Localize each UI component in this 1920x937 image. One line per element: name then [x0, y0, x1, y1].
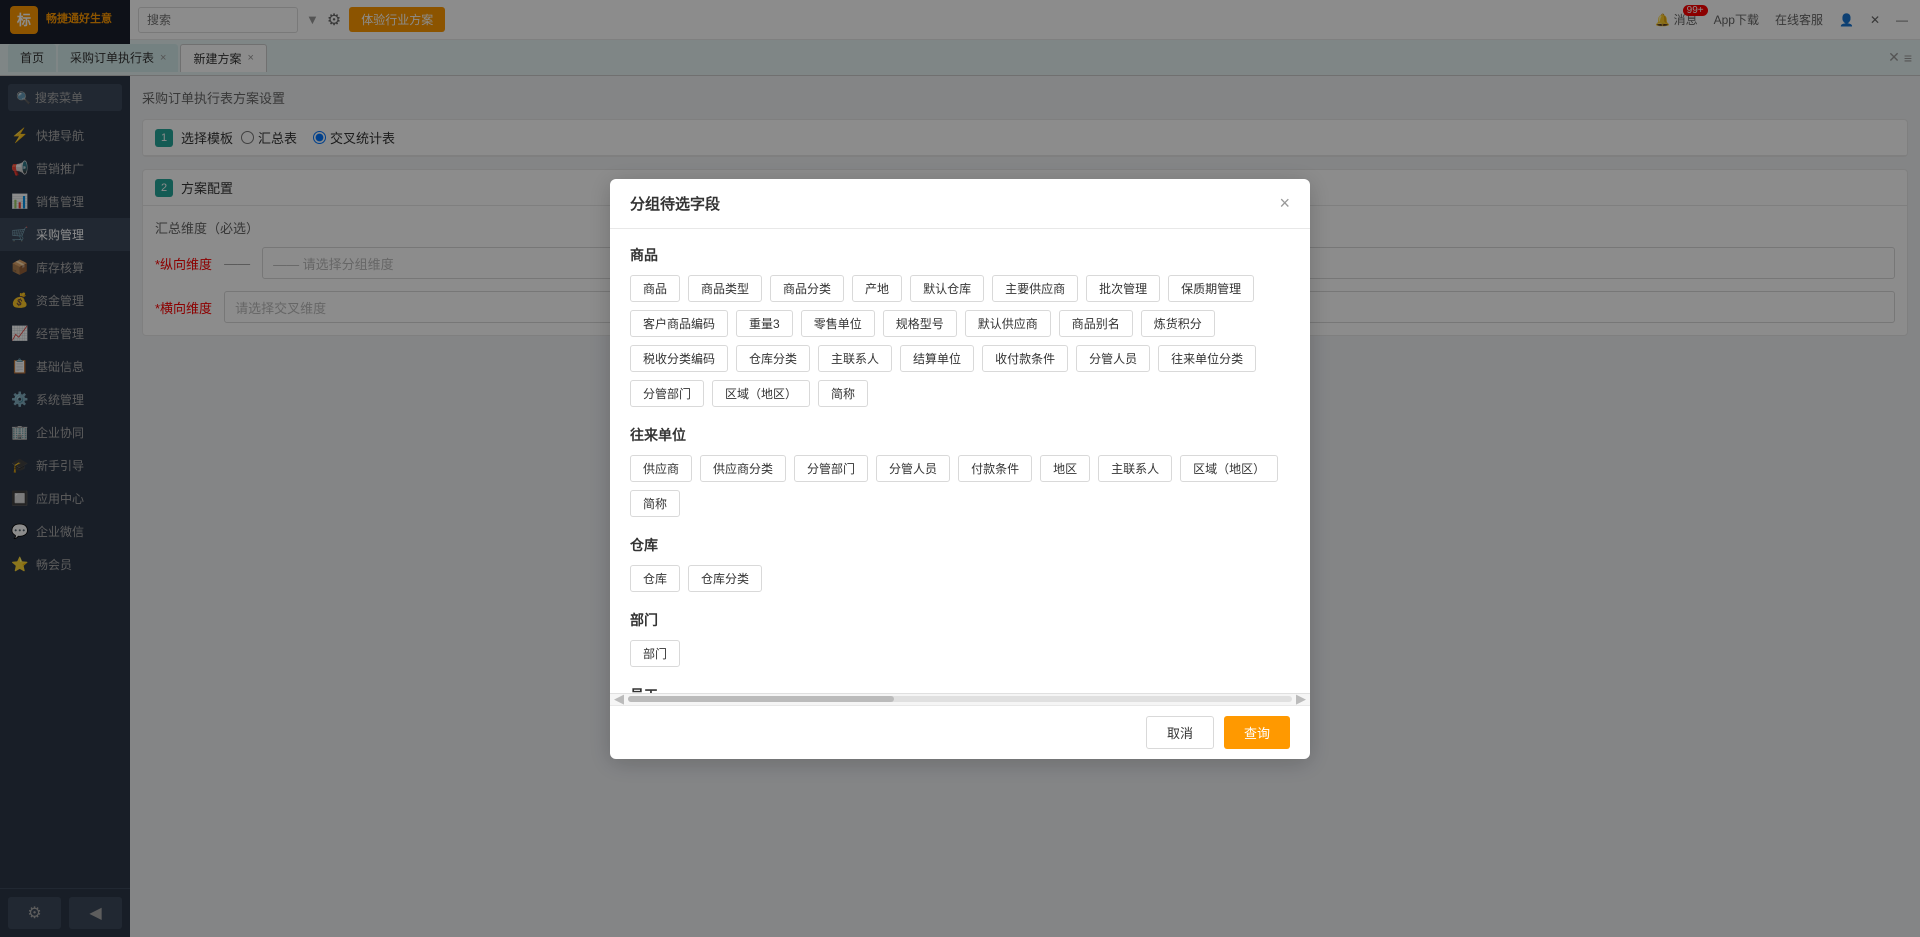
modal-close-btn[interactable]: ×	[1279, 193, 1290, 214]
chip-goods-12[interactable]: 默认供应商	[965, 310, 1051, 337]
chip-counterpart-6[interactable]: 主联系人	[1098, 455, 1172, 482]
chip-goods-4[interactable]: 默认仓库	[910, 275, 984, 302]
chip-counterpart-0[interactable]: 供应商	[630, 455, 692, 482]
chip-goods-21[interactable]: 往来单位分类	[1158, 345, 1256, 372]
chip-goods-10[interactable]: 零售单位	[801, 310, 875, 337]
chip-counterpart-3[interactable]: 分管人员	[876, 455, 950, 482]
chip-counterpart-2[interactable]: 分管部门	[794, 455, 868, 482]
cancel-button[interactable]: 取消	[1146, 716, 1214, 749]
modal-footer: 取消 查询	[610, 705, 1310, 759]
chip-goods-9[interactable]: 重量3	[736, 310, 793, 337]
modal-hscroll: ◀ ▶	[610, 693, 1310, 705]
confirm-button[interactable]: 查询	[1224, 716, 1290, 749]
field-group-warehouse: 仓库 仓库 仓库分类	[630, 535, 1290, 592]
chip-goods-23[interactable]: 区域（地区）	[712, 380, 810, 407]
chip-goods-6[interactable]: 批次管理	[1086, 275, 1160, 302]
chip-counterpart-8[interactable]: 简称	[630, 490, 680, 517]
chip-goods-18[interactable]: 结算单位	[900, 345, 974, 372]
chip-goods-20[interactable]: 分管人员	[1076, 345, 1150, 372]
chip-warehouse-1[interactable]: 仓库分类	[688, 565, 762, 592]
chip-goods-1[interactable]: 商品类型	[688, 275, 762, 302]
chip-goods-2[interactable]: 商品分类	[770, 275, 844, 302]
hscroll-track	[628, 696, 1292, 702]
field-chips-counterpart: 供应商 供应商分类 分管部门 分管人员 付款条件 地区 主联系人 区域（地区） …	[630, 455, 1290, 517]
chip-counterpart-7[interactable]: 区域（地区）	[1180, 455, 1278, 482]
field-group-department: 部门 部门	[630, 610, 1290, 667]
field-group-goods: 商品 商品 商品类型 商品分类 产地 默认仓库 主要供应商 批次管理 保质期管理…	[630, 245, 1290, 407]
modal-overlay: 分组待选字段 × 商品 商品 商品类型 商品分类 产地 默认仓库 主要供应商 批…	[0, 0, 1920, 937]
modal-title: 分组待选字段	[630, 193, 720, 214]
chip-counterpart-1[interactable]: 供应商分类	[700, 455, 786, 482]
chip-goods-13[interactable]: 商品别名	[1059, 310, 1133, 337]
chip-warehouse-0[interactable]: 仓库	[630, 565, 680, 592]
hscroll-thumb	[628, 696, 894, 702]
field-group-counterpart-title: 往来单位	[630, 425, 1290, 445]
chip-goods-0[interactable]: 商品	[630, 275, 680, 302]
field-chips-warehouse: 仓库 仓库分类	[630, 565, 1290, 592]
chip-goods-15[interactable]: 税收分类编码	[630, 345, 728, 372]
chip-goods-22[interactable]: 分管部门	[630, 380, 704, 407]
chip-goods-5[interactable]: 主要供应商	[992, 275, 1078, 302]
chip-goods-19[interactable]: 收付款条件	[982, 345, 1068, 372]
chip-goods-8[interactable]: 客户商品编码	[630, 310, 728, 337]
field-group-counterpart: 往来单位 供应商 供应商分类 分管部门 分管人员 付款条件 地区 主联系人 区域…	[630, 425, 1290, 517]
chip-goods-7[interactable]: 保质期管理	[1168, 275, 1254, 302]
chip-goods-17[interactable]: 主联系人	[818, 345, 892, 372]
chip-goods-3[interactable]: 产地	[852, 275, 902, 302]
field-group-employee-title: 员工	[630, 685, 1290, 693]
chip-counterpart-4[interactable]: 付款条件	[958, 455, 1032, 482]
chip-goods-16[interactable]: 仓库分类	[736, 345, 810, 372]
chip-counterpart-5[interactable]: 地区	[1040, 455, 1090, 482]
chip-goods-14[interactable]: 炼货积分	[1141, 310, 1215, 337]
field-group-warehouse-title: 仓库	[630, 535, 1290, 555]
chip-goods-24[interactable]: 简称	[818, 380, 868, 407]
chip-department-0[interactable]: 部门	[630, 640, 680, 667]
field-group-goods-title: 商品	[630, 245, 1290, 265]
modal-body: 商品 商品 商品类型 商品分类 产地 默认仓库 主要供应商 批次管理 保质期管理…	[610, 229, 1310, 693]
modal-header: 分组待选字段 ×	[610, 179, 1310, 229]
modal-dialog: 分组待选字段 × 商品 商品 商品类型 商品分类 产地 默认仓库 主要供应商 批…	[610, 179, 1310, 759]
field-chips-department: 部门	[630, 640, 1290, 667]
field-chips-goods: 商品 商品类型 商品分类 产地 默认仓库 主要供应商 批次管理 保质期管理 客户…	[630, 275, 1290, 407]
field-group-department-title: 部门	[630, 610, 1290, 630]
chip-goods-11[interactable]: 规格型号	[883, 310, 957, 337]
field-group-employee: 员工 业务员	[630, 685, 1290, 693]
